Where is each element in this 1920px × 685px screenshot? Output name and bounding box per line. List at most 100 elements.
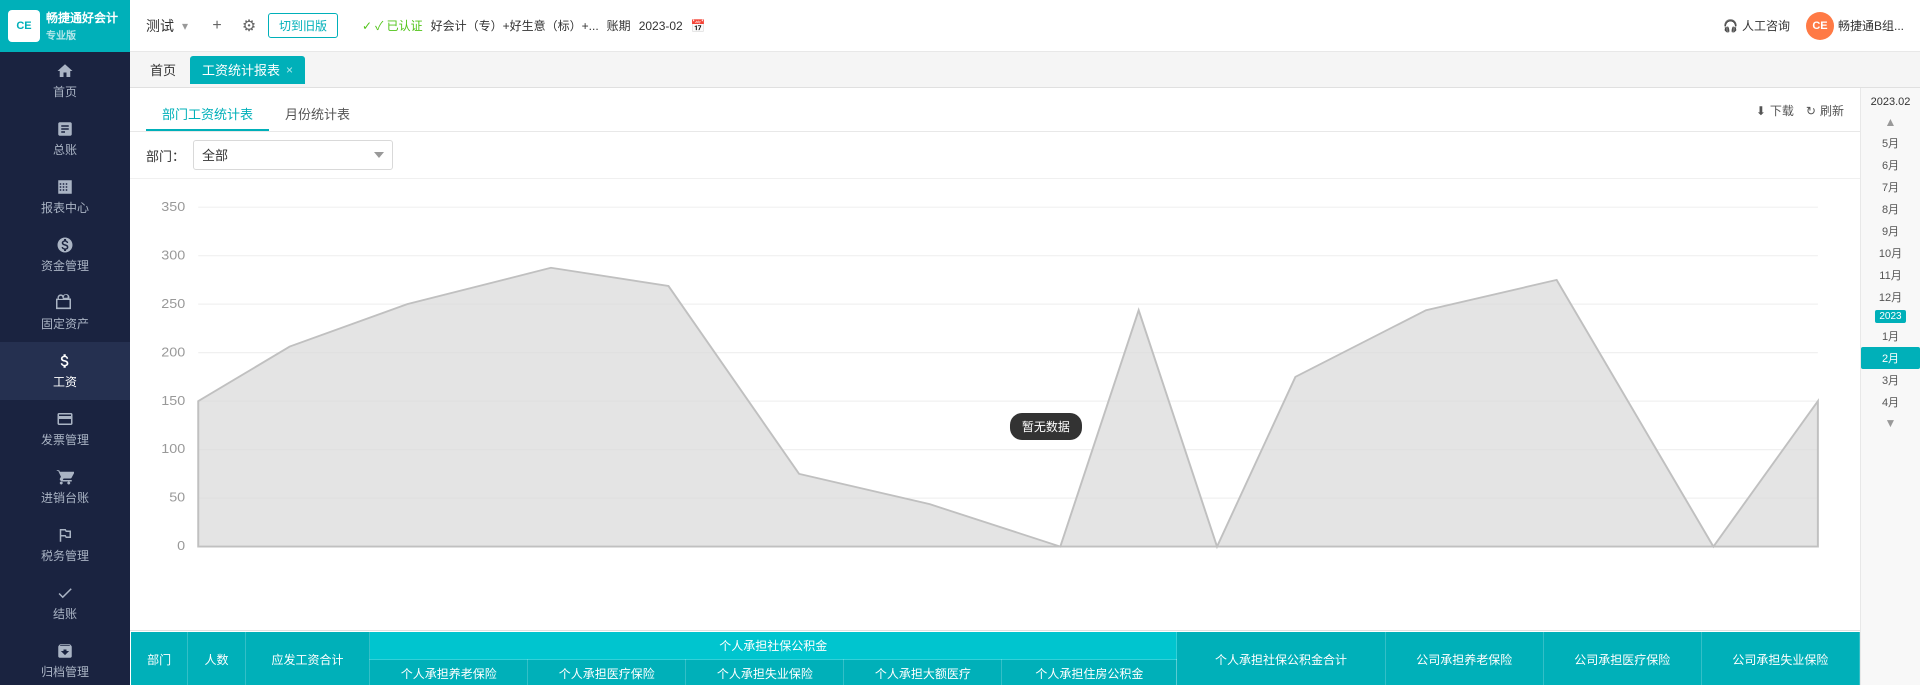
topbar-title: 测试: [146, 16, 174, 36]
sidebar-item-invoice[interactable]: 发票管理: [0, 400, 130, 458]
main-content: 部门工资统计表 月份统计表 ⬇ 下载 ↻ 刷新 部门： 全部: [130, 88, 1860, 685]
sidebar-item-archive[interactable]: 归档管理: [0, 632, 130, 685]
plan-info: 好会计（专）+好生意（标）+...: [431, 17, 599, 34]
headset-icon: 🎧: [1723, 19, 1738, 33]
chart-tooltip: 暂无数据: [1010, 413, 1082, 440]
month-6[interactable]: 6月: [1861, 154, 1920, 176]
col-personal-housing: 个人承担住房公积金: [1002, 660, 1177, 685]
svg-text:0: 0: [177, 538, 185, 553]
tab-salary[interactable]: 工资统计报表 ×: [190, 56, 305, 84]
tab-home[interactable]: 首页: [138, 56, 188, 84]
right-panel-up-arrow[interactable]: ▲: [1881, 112, 1901, 132]
topbar-actions: + ⚙ 切到旧版: [204, 13, 338, 39]
download-button[interactable]: ⬇ 下载: [1756, 102, 1794, 119]
sub-tabs: 部门工资统计表 月份统计表 ⬇ 下载 ↻ 刷新: [130, 88, 1860, 132]
toolbar: 部门： 全部 财务部 销售部 技术部 行政部: [130, 132, 1860, 179]
svg-text:200: 200: [161, 344, 185, 359]
col-personal-major-medical: 个人承担大额医疗: [844, 660, 1002, 685]
old-version-button[interactable]: 切到旧版: [268, 13, 338, 38]
settle-icon: [56, 584, 74, 602]
calendar-icon[interactable]: 📅: [691, 19, 706, 33]
svg-text:50: 50: [169, 489, 185, 504]
refresh-button[interactable]: ↻ 刷新: [1806, 102, 1844, 119]
col-group-personal: 个人承担社保公积金: [370, 632, 1177, 660]
certified-badge: ✓ ✓ 已认证: [362, 17, 423, 34]
sidebar-item-ledger[interactable]: 总账: [0, 110, 130, 168]
refresh-icon: ↻: [1806, 104, 1816, 118]
sidebar: CE 畅捷通好会计 专业版 首页 总账 报表中心 资金管理 固定: [0, 0, 130, 685]
right-panel-down-arrow[interactable]: ▼: [1881, 413, 1901, 433]
month-8[interactable]: 8月: [1861, 198, 1920, 220]
add-button[interactable]: +: [204, 13, 230, 39]
month-12[interactable]: 12月: [1861, 286, 1920, 308]
sidebar-item-funds[interactable]: 资金管理: [0, 226, 130, 284]
month-10[interactable]: 10月: [1861, 242, 1920, 264]
home-icon: [56, 62, 74, 80]
sidebar-item-settle[interactable]: 结账: [0, 574, 130, 632]
sidebar-item-tax[interactable]: 税务管理: [0, 516, 130, 574]
chart-area: 350 300 250 200 150 100 50 0: [130, 179, 1860, 630]
col-company-unemployment: 公司承担失业保险: [1701, 632, 1859, 685]
month-4[interactable]: 4月: [1861, 391, 1920, 413]
col-total: 应发工资合计: [245, 632, 370, 685]
tab-bar: 首页 工资统计报表 ×: [130, 52, 1920, 88]
period-label: 账期: [607, 17, 631, 34]
svg-text:300: 300: [161, 247, 185, 262]
topbar-status: ✓ ✓ 已认证 好会计（专）+好生意（标）+... 账期 2023-02 📅: [362, 17, 706, 34]
col-dept: 部门: [131, 632, 188, 685]
sidebar-item-salary[interactable]: 工资: [0, 342, 130, 400]
topbar-right: 🎧 人工咨询 CE 畅捷通B组...: [1723, 12, 1904, 40]
invoice-icon: [56, 410, 74, 428]
month-3[interactable]: 3月: [1861, 369, 1920, 391]
salary-table: 部门 人数 应发工资合计 个人承担社保公积金 个人承担社保公积金合计 公司承担养…: [130, 631, 1860, 685]
month-1[interactable]: 1月: [1861, 325, 1920, 347]
col-personal-medical: 个人承担医疗保险: [528, 660, 686, 685]
col-personal-total: 个人承担社保公积金合计: [1177, 632, 1385, 685]
sidebar-item-assets[interactable]: 固定资产: [0, 284, 130, 342]
right-panel: 2023.02 ▲ 5月 6月 7月 8月 9月 10月 11月 12月 202…: [1860, 88, 1920, 685]
col-company-medical: 公司承担医疗保险: [1543, 632, 1701, 685]
svg-text:150: 150: [161, 392, 185, 407]
tab-close-button[interactable]: ×: [286, 63, 293, 77]
sidebar-item-purchase[interactable]: 进销台账: [0, 458, 130, 516]
ledger-icon: [56, 120, 74, 138]
dropdown-arrow-icon[interactable]: ▾: [182, 19, 188, 33]
col-company-pension: 公司承担养老保险: [1385, 632, 1543, 685]
sub-tab-monthly[interactable]: 月份统计表: [269, 98, 366, 131]
dept-label: 部门：: [146, 146, 185, 165]
sub-tab-dept[interactable]: 部门工资统计表: [146, 98, 269, 131]
sidebar-item-reports[interactable]: 报表中心: [0, 168, 130, 226]
app-logo-icon: CE: [8, 10, 40, 42]
period-value: 2023-02: [639, 19, 683, 33]
sidebar-item-home[interactable]: 首页: [0, 52, 130, 110]
dept-select[interactable]: 全部 财务部 销售部 技术部 行政部: [193, 140, 393, 170]
year-2023-badge[interactable]: 2023: [1875, 310, 1905, 323]
funds-icon: [56, 236, 74, 254]
col-personal-unemployment: 个人承担失业保险: [686, 660, 844, 685]
svg-text:350: 350: [161, 198, 185, 213]
reports-icon: [56, 178, 74, 196]
month-9[interactable]: 9月: [1861, 220, 1920, 242]
month-11[interactable]: 11月: [1861, 264, 1920, 286]
ai-consult-button[interactable]: 🎧 人工咨询: [1723, 17, 1790, 34]
purchase-icon: [56, 468, 74, 486]
bottom-table: 部门 人数 应发工资合计 个人承担社保公积金 个人承担社保公积金合计 公司承担养…: [130, 630, 1860, 685]
tax-icon: [56, 526, 74, 544]
settings-button[interactable]: ⚙: [236, 13, 262, 39]
main-area: 测试 ▾ + ⚙ 切到旧版 ✓ ✓ 已认证 好会计（专）+好生意（标）+... …: [130, 0, 1920, 685]
user-profile-button[interactable]: CE 畅捷通B组...: [1806, 12, 1904, 40]
chart-container: 350 300 250 200 150 100 50 0: [146, 189, 1844, 620]
sidebar-nav: 首页 总账 报表中心 资金管理 固定资产 工资 发票管理: [0, 52, 130, 685]
month-7[interactable]: 7月: [1861, 176, 1920, 198]
assets-icon: [56, 294, 74, 312]
topbar: 测试 ▾ + ⚙ 切到旧版 ✓ ✓ 已认证 好会计（专）+好生意（标）+... …: [130, 0, 1920, 52]
col-personal-pension: 个人承担养老保险: [370, 660, 528, 685]
app-name: 畅捷通好会计 专业版: [46, 10, 118, 42]
month-5[interactable]: 5月: [1861, 132, 1920, 154]
right-panel-date: 2023.02: [1869, 92, 1913, 112]
month-2-active[interactable]: 2月: [1861, 347, 1920, 369]
salary-icon: [56, 352, 74, 370]
content-area: 部门工资统计表 月份统计表 ⬇ 下载 ↻ 刷新 部门： 全部: [130, 88, 1920, 685]
download-icon: ⬇: [1756, 104, 1766, 118]
check-icon: ✓: [362, 19, 372, 33]
